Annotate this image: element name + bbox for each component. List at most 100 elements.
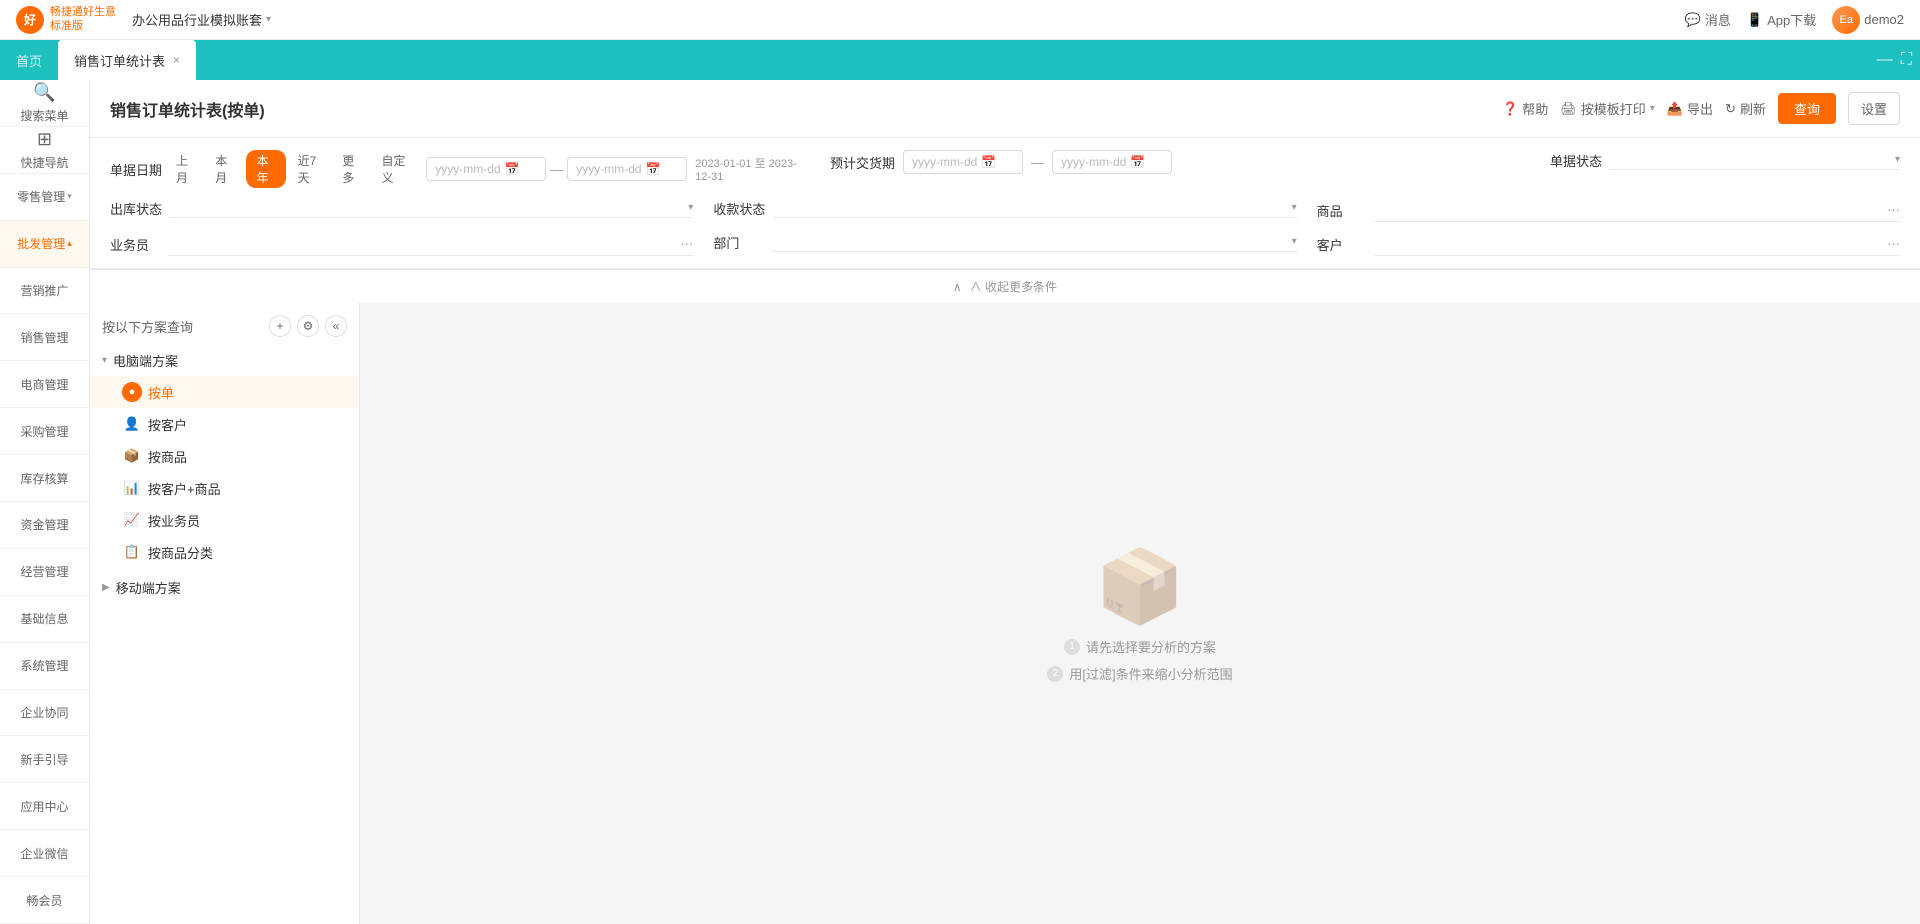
sidebar-item-quick-nav[interactable]: ⊞ 快捷导航 bbox=[0, 127, 89, 174]
app-download-btn[interactable]: 📱 App下载 bbox=[1747, 10, 1816, 29]
scheme-item-by-order[interactable]: ● 按单 bbox=[90, 376, 359, 408]
ship-status-label: 出库状态 bbox=[110, 199, 162, 218]
expected-date-separator: — bbox=[1031, 155, 1044, 170]
sidebar-item-basic[interactable]: 基础信息 bbox=[0, 596, 89, 643]
left-panel-actions: + ⚙ « bbox=[269, 315, 347, 337]
sidebar-item-search[interactable]: 🔍 搜索菜单 bbox=[0, 80, 89, 127]
scheme-item-by-salesperson[interactable]: 📈 按业务员 bbox=[90, 504, 359, 536]
scheme-item-by-customer[interactable]: 👤 按客户 bbox=[90, 408, 359, 440]
expected-date-start-input[interactable]: yyyy-mm-dd 📅 bbox=[903, 150, 1023, 174]
help-icon: ❓ bbox=[1502, 101, 1518, 117]
scheme-group-pc[interactable]: ▾ 电脑端方案 bbox=[90, 345, 359, 376]
scheme-item-by-product[interactable]: 📦 按商品 bbox=[90, 440, 359, 472]
scheme-item-by-customer-product[interactable]: 📊 按客户+商品 bbox=[90, 472, 359, 504]
help-btn[interactable]: ❓ 帮助 bbox=[1502, 99, 1548, 118]
sidebar-item-marketing[interactable]: 营销推广 bbox=[0, 268, 89, 315]
sidebar-item-wholesale[interactable]: 批发管理 ▴ bbox=[0, 221, 89, 268]
collapse-bar[interactable]: ∧ ∧ 收起更多条件 bbox=[90, 269, 1920, 303]
quick-nav-icon: ⊞ bbox=[37, 129, 52, 150]
top-bar: 好 畅捷通好生意 标准版 办公用品行业模拟账套 ▾ 💬 消息 📱 App下载 E… bbox=[0, 0, 1920, 40]
app-selector[interactable]: 办公用品行业模拟账套 ▾ bbox=[124, 10, 279, 29]
scheme-group-mobile[interactable]: ▶ 移动端方案 bbox=[90, 572, 359, 603]
step-1-num: 1 bbox=[1064, 639, 1080, 655]
refresh-btn[interactable]: ↻ 刷新 bbox=[1725, 99, 1766, 118]
chevron-down-icon: ▾ bbox=[266, 14, 271, 25]
product-dots-icon: ··· bbox=[1887, 202, 1900, 217]
customer-dots-icon: ··· bbox=[1887, 236, 1900, 251]
tab-sales-order-stats[interactable]: 销售订单统计表 × bbox=[58, 40, 196, 80]
sidebar-item-finance[interactable]: 资金管理 bbox=[0, 502, 89, 549]
status-label: 单据状态 bbox=[1550, 151, 1602, 170]
sidebar-item-sales[interactable]: 销售管理 bbox=[0, 314, 89, 361]
template-print-btn[interactable]: 🖨 按模板打印 ▾ bbox=[1560, 99, 1655, 118]
date-range-separator: — bbox=[550, 162, 563, 177]
expected-date-label: 预计交货期 bbox=[830, 153, 895, 172]
chevron-right-icon: ▶ bbox=[102, 582, 110, 593]
collapse-text: ∧ ∧ 收起更多条件 bbox=[953, 278, 1057, 295]
main-layout: 🔍 搜索菜单 ⊞ 快捷导航 零售管理 ▾ 批发管理 ▴ 营销推广 销售管理 电商… bbox=[0, 80, 1920, 924]
calendar-icon-exp-end: 📅 bbox=[1130, 155, 1145, 169]
tab-close-icon[interactable]: × bbox=[173, 53, 180, 67]
status-select[interactable]: ▾ bbox=[1610, 150, 1900, 170]
edit-scheme-btn[interactable]: ⚙ bbox=[297, 315, 319, 337]
dept-select[interactable]: ▾ bbox=[771, 232, 1296, 252]
collapse-panel-btn[interactable]: « bbox=[325, 315, 347, 337]
sidebar-item-wechat[interactable]: 企业微信 bbox=[0, 830, 89, 877]
salesperson-select[interactable]: ··· bbox=[168, 232, 693, 256]
minimize-icon[interactable]: — bbox=[1877, 51, 1893, 69]
customer-scheme-icon: 👤 bbox=[122, 414, 142, 434]
customer-select[interactable]: ··· bbox=[1375, 232, 1900, 256]
search-icon: 🔍 bbox=[33, 82, 55, 103]
sidebar-item-apps[interactable]: 应用中心 bbox=[0, 783, 89, 830]
export-btn[interactable]: 📤 导出 bbox=[1667, 99, 1713, 118]
product-select[interactable]: ··· bbox=[1375, 198, 1900, 222]
sidebar-item-retail[interactable]: 零售管理 ▾ bbox=[0, 174, 89, 221]
export-icon: 📤 bbox=[1667, 101, 1683, 117]
left-scheme-panel: 按以下方案查询 + ⚙ « ▾ 电脑端方案 ● 按单 👤 bbox=[90, 303, 360, 924]
date-btn-7days[interactable]: 近7天 bbox=[290, 150, 331, 188]
maximize-icon[interactable]: ⛶ bbox=[1901, 51, 1912, 69]
tab-bar-actions: — ⛶ bbox=[1877, 51, 1920, 69]
download-icon: 📱 bbox=[1747, 12, 1763, 28]
expected-date-end-input[interactable]: yyyy-mm-dd 📅 bbox=[1052, 150, 1172, 174]
active-badge: ● bbox=[122, 382, 142, 402]
date-btn-lastmonth[interactable]: 上月 bbox=[168, 150, 203, 188]
ship-status-select[interactable]: ▾ bbox=[170, 198, 693, 218]
print-icon: 🖨 bbox=[1560, 101, 1577, 117]
sidebar-item-operations[interactable]: 经营管理 bbox=[0, 549, 89, 596]
date-start-input[interactable]: yyyy-mm-dd 📅 bbox=[426, 157, 546, 181]
sidebar-item-collab[interactable]: 企业协同 bbox=[0, 690, 89, 737]
date-btn-thismonth[interactable]: 本月 bbox=[207, 150, 242, 188]
add-scheme-btn[interactable]: + bbox=[269, 315, 291, 337]
settings-btn[interactable]: 设置 bbox=[1848, 92, 1900, 125]
collect-status-select[interactable]: ▾ bbox=[773, 198, 1296, 218]
date-btn-more[interactable]: 更多 bbox=[334, 150, 369, 188]
avatar: Ea bbox=[1832, 6, 1860, 34]
scheme-item-by-category[interactable]: 📋 按商品分类 bbox=[90, 536, 359, 568]
sidebar-item-ecommerce[interactable]: 电商管理 bbox=[0, 361, 89, 408]
date-btn-thisyear[interactable]: 本年 bbox=[246, 150, 285, 188]
date-range-hint: 2023-01-01 至 2023-12-31 bbox=[695, 155, 810, 183]
left-panel-header: 按以下方案查询 + ⚙ « bbox=[90, 315, 359, 345]
filter-row-2: 出库状态 ▾ 收款状态 ▾ 商品 ··· bbox=[110, 198, 1900, 222]
tab-home[interactable]: 首页 bbox=[0, 40, 58, 80]
date-quick-btns: 上月 本月 本年 近7天 更多 自定义 bbox=[168, 150, 418, 188]
sidebar-item-guide[interactable]: 新手引导 bbox=[0, 736, 89, 783]
date-end-input[interactable]: yyyy-mm-dd 📅 bbox=[567, 157, 687, 181]
message-btn[interactable]: 💬 消息 bbox=[1685, 10, 1731, 29]
chevron-down-icon: ▾ bbox=[102, 355, 107, 366]
page-title: 销售订单统计表(按单) bbox=[110, 97, 265, 121]
sidebar-item-system[interactable]: 系统管理 bbox=[0, 643, 89, 690]
salesperson-label: 业务员 bbox=[110, 235, 160, 254]
query-btn[interactable]: 查询 bbox=[1778, 93, 1836, 124]
main-content: 按以下方案查询 + ⚙ « ▾ 电脑端方案 ● 按单 👤 bbox=[90, 303, 1920, 924]
sidebar-item-inventory[interactable]: 库存核算 bbox=[0, 455, 89, 502]
refresh-icon: ↻ bbox=[1725, 101, 1736, 117]
sidebar-item-member[interactable]: 畅会员 bbox=[0, 877, 89, 924]
sidebar-item-purchase[interactable]: 采购管理 bbox=[0, 408, 89, 455]
date-btn-custom[interactable]: 自定义 bbox=[373, 150, 418, 188]
page-actions: ❓ 帮助 🖨 按模板打印 ▾ 📤 导出 ↻ 刷新 查询 设置 bbox=[1502, 92, 1900, 125]
user-profile[interactable]: Ea demo2 bbox=[1832, 6, 1904, 34]
chevron-down-icon: ▾ bbox=[1650, 103, 1655, 114]
customer-product-scheme-icon: 📊 bbox=[122, 478, 142, 498]
